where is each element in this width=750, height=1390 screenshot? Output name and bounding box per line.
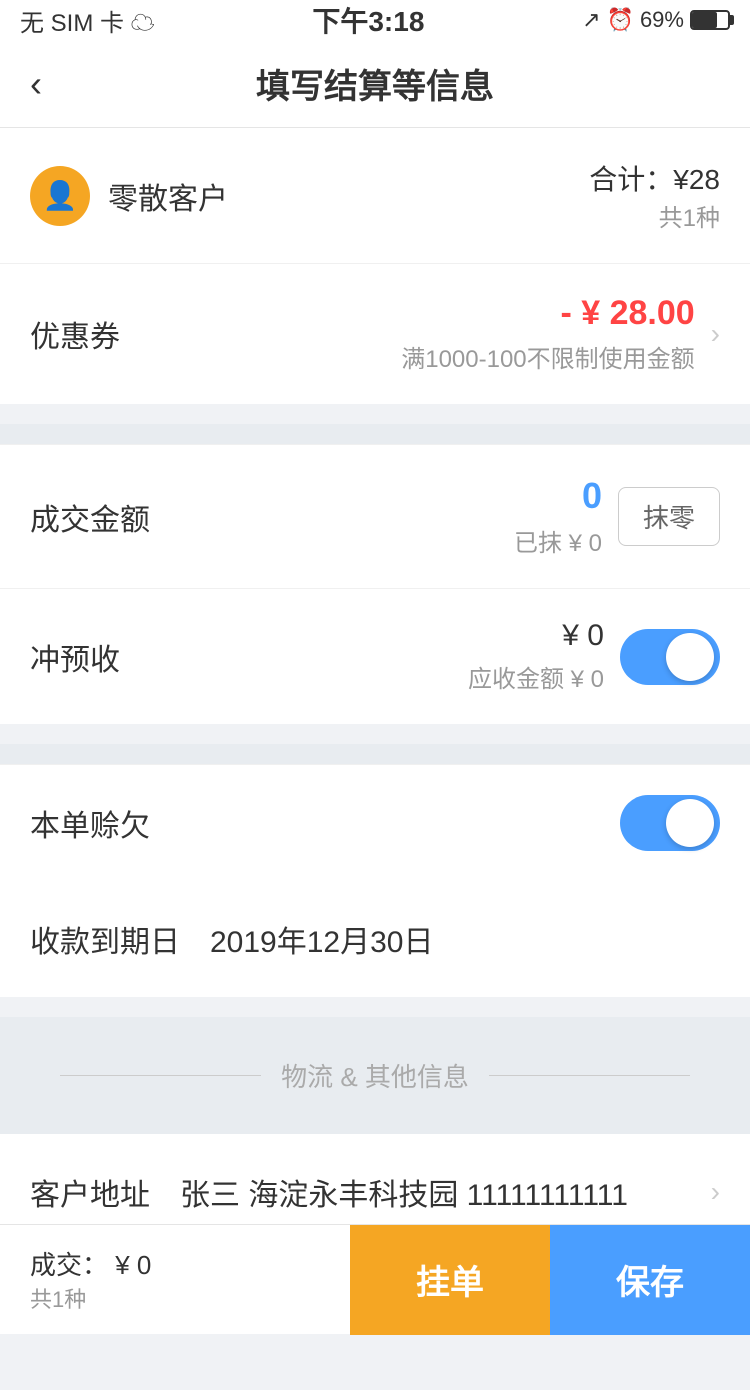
alarm-icon: ⏰ <box>607 7 634 33</box>
transaction-amount-row: 成交金额 0 已抹 ¥ 0 抹零 <box>0 444 750 588</box>
customer-total: 合计：¥28 共1种 <box>589 158 720 233</box>
address-value: 张三 海淀永丰科技园 11111111111 <box>180 1170 711 1214</box>
item-count: 共1种 <box>589 198 720 233</box>
nav-bar: ‹ 填写结算等信息 <box>0 40 750 128</box>
divider-3 <box>0 1017 750 1037</box>
debt-toggle[interactable] <box>620 795 720 851</box>
customer-section: 👤 零散客户 合计：¥28 共1种 优惠券 - ¥ 28.00 满1000-10… <box>0 128 750 404</box>
person-icon: 👤 <box>43 179 78 212</box>
signal-text: 无 SIM 卡 ☁ <box>20 3 155 38</box>
save-button[interactable]: 保存 <box>550 1225 750 1335</box>
round-zero-button[interactable]: 抹零 <box>618 487 720 546</box>
customer-row: 👤 零散客户 合计：¥28 共1种 <box>0 128 750 263</box>
logistics-label: 物流 & 其他信息 <box>281 1057 469 1094</box>
page-title: 填写结算等信息 <box>256 59 494 108</box>
status-left: 无 SIM 卡 ☁ <box>20 3 155 38</box>
divider-1 <box>0 424 750 444</box>
prepayment-value: ¥ 0 <box>562 619 604 653</box>
bottom-summary: 成交： ¥ 0 共1种 <box>0 1245 350 1314</box>
total-amount: 合计：¥28 <box>589 158 720 198</box>
coupon-desc: 满1000-100不限制使用金额 <box>401 339 694 374</box>
divider-line-left <box>60 1075 261 1076</box>
debt-section: 本单赊欠 收款到期日 2019年12月30日 <box>0 764 750 997</box>
transaction-section: 成交金额 0 已抹 ¥ 0 抹零 冲预收 ¥ 0 应收金额 ¥ 0 <box>0 444 750 724</box>
status-bar: 无 SIM 卡 ☁ 下午3:18 ↗ ⏰ 69% <box>0 0 750 40</box>
address-label: 客户地址 <box>30 1170 150 1214</box>
summary-count: 共1种 <box>30 1282 350 1314</box>
bottom-bar: 成交： ¥ 0 共1种 挂单 保存 <box>0 1224 750 1334</box>
coupon-label: 优惠券 <box>30 312 150 356</box>
status-time: 下午3:18 <box>312 0 424 40</box>
coupon-row[interactable]: 优惠券 - ¥ 28.00 满1000-100不限制使用金额 › <box>0 263 750 404</box>
transaction-right: 0 已抹 ¥ 0 抹零 <box>514 475 720 558</box>
customer-name: 零散客户 <box>108 174 228 218</box>
due-date-row: 收款到期日 2019年12月30日 <box>0 881 750 997</box>
prepayment-right: ¥ 0 应收金额 ¥ 0 <box>468 619 720 694</box>
toggle-knob <box>666 633 714 681</box>
prepayment-toggle[interactable] <box>620 629 720 685</box>
discount-amount: - ¥ 28.00 <box>560 294 694 333</box>
chevron-right-icon: › <box>711 318 720 350</box>
battery-icon <box>690 10 730 30</box>
prepayment-sub: 应收金额 ¥ 0 <box>468 659 604 694</box>
divider-2 <box>0 744 750 764</box>
status-right: ↗ ⏰ 69% <box>582 7 730 33</box>
divider-4 <box>0 1114 750 1134</box>
prepayment-label: 冲预收 <box>30 635 150 679</box>
transaction-label: 成交金额 <box>30 495 150 539</box>
debt-right <box>620 795 720 851</box>
debt-label: 本单赊欠 <box>30 801 150 845</box>
prepayment-row: 冲预收 ¥ 0 应收金额 ¥ 0 <box>0 588 750 724</box>
logistics-divider: 物流 & 其他信息 <box>0 1057 750 1094</box>
customer-left: 👤 零散客户 <box>30 166 228 226</box>
due-date-label: 收款到期日 <box>30 917 180 961</box>
coupon-right: - ¥ 28.00 满1000-100不限制使用金额 › <box>401 294 720 374</box>
hold-button[interactable]: 挂单 <box>350 1225 550 1335</box>
logistics-header: 物流 & 其他信息 <box>0 1037 750 1114</box>
transaction-value[interactable]: 0 <box>542 475 602 517</box>
back-button[interactable]: ‹ <box>30 63 42 105</box>
divider-line-right <box>489 1075 690 1076</box>
toggle-knob-debt <box>666 799 714 847</box>
round-sub: 已抹 ¥ 0 <box>514 523 602 558</box>
chevron-right-address-icon: › <box>711 1176 720 1208</box>
avatar: 👤 <box>30 166 90 226</box>
summary-amount: 成交： ¥ 0 <box>30 1245 350 1282</box>
content-area: 👤 零散客户 合计：¥28 共1种 优惠券 - ¥ 28.00 满1000-10… <box>0 128 750 1390</box>
due-date-value: 2019年12月30日 <box>210 917 433 961</box>
battery-percent: 69% <box>640 7 684 33</box>
location-icon: ↗ <box>582 7 600 33</box>
debt-row: 本单赊欠 <box>0 764 750 881</box>
